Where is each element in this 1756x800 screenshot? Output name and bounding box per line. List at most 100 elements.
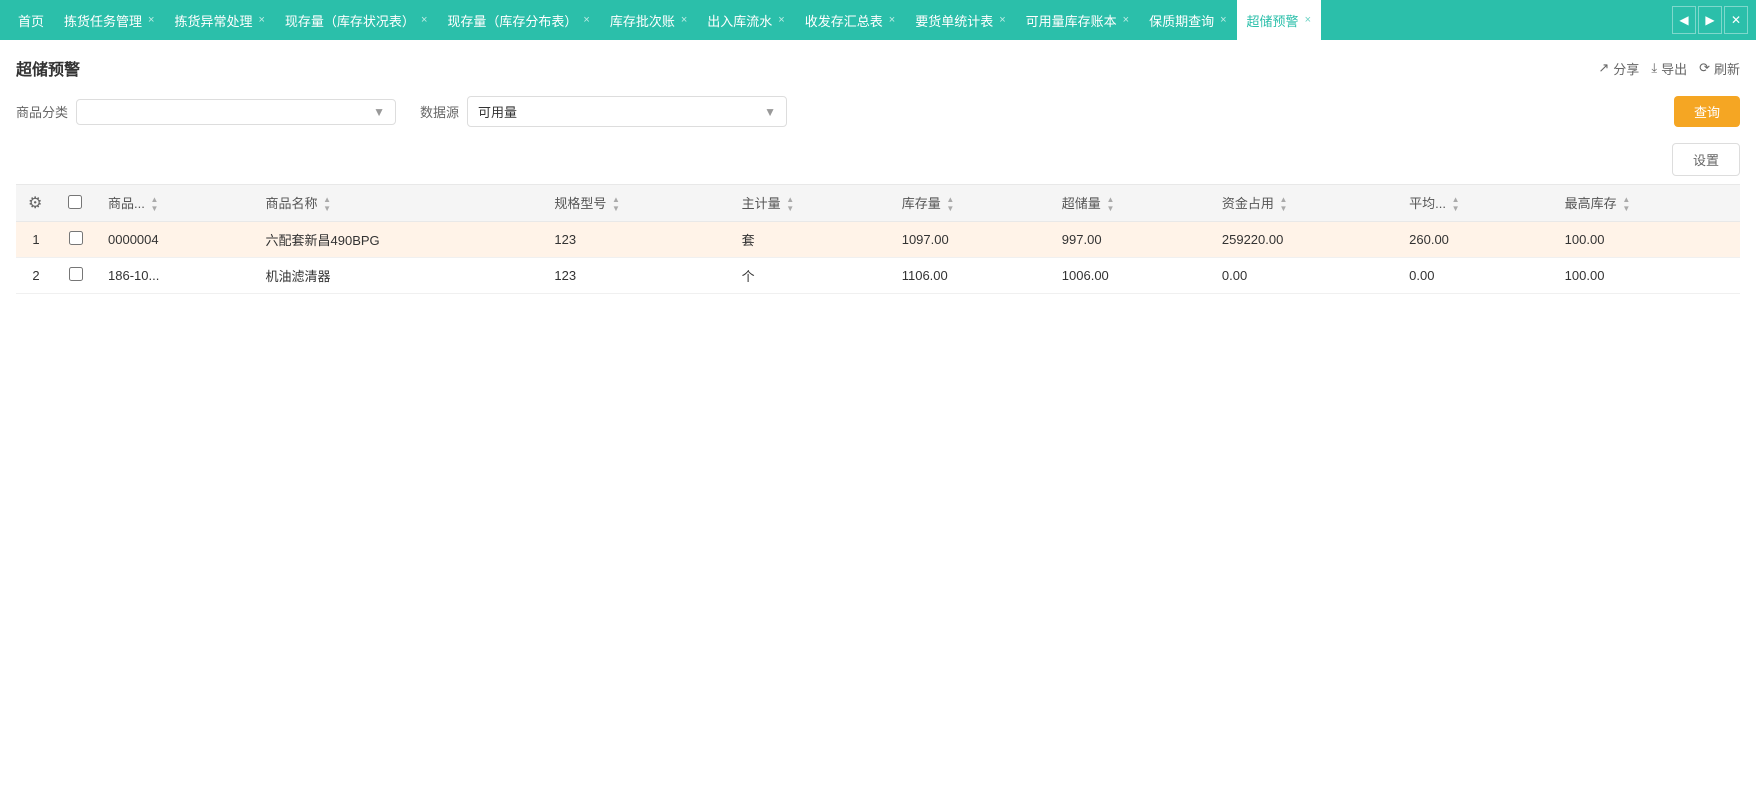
settings-button[interactable]: 设置 [1672, 143, 1740, 176]
page-title: 超储预警 [16, 56, 80, 80]
category-label: 商品分类 [16, 102, 68, 121]
sort-arrows-icon: ▲▼ [323, 196, 331, 213]
th-avg[interactable]: 平均... ▲▼ [1397, 185, 1553, 222]
row-number: 1 [16, 222, 56, 258]
close-icon[interactable]: × [1220, 14, 1226, 26]
close-icon[interactable]: × [999, 14, 1005, 26]
datasource-label: 数据源 [420, 102, 459, 121]
row-checkbox-cell [56, 222, 96, 258]
close-icon[interactable]: × [258, 14, 264, 26]
category-select[interactable]: ▼ [76, 99, 396, 125]
filter-bar: 商品分类 ▼ 数据源 可用量 ▼ 查询 [16, 96, 1740, 127]
th-unit[interactable]: 主计量 ▲▼ [730, 185, 890, 222]
nav-available-stock[interactable]: 可用量库存账本 × [1016, 0, 1139, 40]
datasource-filter: 数据源 可用量 ▼ [420, 96, 787, 127]
data-table: ⚙ 商品... ▲▼ 商品名称 ▲▼ 规格型号 ▲▼ 主计 [16, 184, 1740, 294]
share-button[interactable]: ↗ 分享 [1598, 59, 1639, 78]
sort-arrows-icon: ▲▼ [1106, 196, 1114, 213]
action-buttons: 查询 [1674, 96, 1740, 127]
product-name: 机油滤清器 [254, 258, 543, 294]
share-icon: ↗ [1598, 60, 1609, 76]
capital: 0.00 [1210, 258, 1397, 294]
th-spec[interactable]: 规格型号 ▲▼ [542, 185, 729, 222]
refresh-button[interactable]: ⟳ 刷新 [1699, 59, 1740, 78]
unit: 套 [730, 222, 890, 258]
product-code: 0000004 [96, 222, 254, 258]
datasource-select[interactable]: 可用量 ▼ [467, 96, 787, 127]
query-button[interactable]: 查询 [1674, 96, 1740, 127]
th-product-code[interactable]: 商品... ▲▼ [96, 185, 254, 222]
nav-close-all[interactable]: ✕ [1724, 6, 1748, 34]
page-header: 超储预警 ↗ 分享 ⤓ 导出 ⟳ 刷新 [16, 56, 1740, 80]
row-number: 2 [16, 258, 56, 294]
th-stock[interactable]: 库存量 ▲▼ [890, 185, 1050, 222]
nav-summary[interactable]: 收发存汇总表 × [795, 0, 905, 40]
category-filter: 商品分类 ▼ [16, 99, 396, 125]
sort-arrows-icon: ▲▼ [1622, 196, 1630, 213]
capital: 259220.00 [1210, 222, 1397, 258]
nav-batch[interactable]: 库存批次账 × [600, 0, 697, 40]
th-capital[interactable]: 资金占用 ▲▼ [1210, 185, 1397, 222]
row-checkbox[interactable] [69, 267, 83, 281]
th-product-name[interactable]: 商品名称 ▲▼ [254, 185, 543, 222]
th-gear: ⚙ [16, 185, 56, 222]
close-icon[interactable]: × [421, 14, 427, 26]
product-code: 186-10... [96, 258, 254, 294]
nav-task-manage[interactable]: 拣货任务管理 × [54, 0, 164, 40]
sort-arrows-icon: ▲▼ [946, 196, 954, 213]
header-actions: ↗ 分享 ⤓ 导出 ⟳ 刷新 [1598, 59, 1740, 78]
table-header-row: ⚙ 商品... ▲▼ 商品名称 ▲▼ 规格型号 ▲▼ 主计 [16, 185, 1740, 222]
nav-arrows: ◀ ▶ ✕ [1672, 6, 1748, 34]
nav-prev-arrow[interactable]: ◀ [1672, 6, 1696, 34]
row-checkbox-cell [56, 258, 96, 294]
stock: 1106.00 [890, 258, 1050, 294]
spec: 123 [542, 258, 729, 294]
sort-arrows-icon: ▲▼ [1452, 196, 1460, 213]
close-icon[interactable]: × [681, 14, 687, 26]
export-icon: ⤓ [1651, 60, 1657, 76]
close-icon[interactable]: × [1123, 14, 1129, 26]
close-icon[interactable]: × [889, 14, 895, 26]
datasource-select-value: 可用量 [478, 102, 517, 121]
chevron-down-icon: ▼ [764, 105, 776, 119]
sort-arrows-icon: ▲▼ [786, 196, 794, 213]
nav-inout-flow[interactable]: 出入库流水 × [697, 0, 794, 40]
export-button[interactable]: ⤓ 导出 [1651, 59, 1687, 78]
row-checkbox[interactable] [69, 231, 83, 245]
th-checkbox [56, 185, 96, 222]
sort-arrows-icon: ▲▼ [612, 196, 620, 213]
chevron-down-icon: ▼ [373, 105, 385, 119]
nav-exception[interactable]: 拣货异常处理 × [164, 0, 274, 40]
sort-arrows-icon: ▲▼ [150, 196, 158, 213]
settings-row: 设置 [16, 143, 1740, 176]
nav-stock-status[interactable]: 现存量（库存状况表） × [275, 0, 437, 40]
avg: 260.00 [1397, 222, 1553, 258]
table-row: 1 0000004 六配套新昌490BPG 123 套 1097.00 997.… [16, 222, 1740, 258]
select-all-checkbox[interactable] [68, 195, 82, 209]
nav-demand-stats[interactable]: 要货单统计表 × [905, 0, 1015, 40]
stock: 1097.00 [890, 222, 1050, 258]
sort-arrows-icon: ▲▼ [1280, 196, 1288, 213]
close-icon[interactable]: × [1305, 14, 1311, 26]
nav-stock-dist[interactable]: 现存量（库存分布表） × [437, 0, 599, 40]
avg: 0.00 [1397, 258, 1553, 294]
close-icon[interactable]: × [148, 14, 154, 26]
table-row: 2 186-10... 机油滤清器 123 个 1106.00 1006.00 … [16, 258, 1740, 294]
nav-home[interactable]: 首页 [8, 0, 54, 40]
main-content: 超储预警 ↗ 分享 ⤓ 导出 ⟳ 刷新 商品分类 ▼ 数据源 [0, 40, 1756, 800]
th-overstock[interactable]: 超储量 ▲▼ [1050, 185, 1210, 222]
product-name: 六配套新昌490BPG [254, 222, 543, 258]
nav-overstock-warning[interactable]: 超储预警 × [1237, 0, 1321, 40]
close-icon[interactable]: × [778, 14, 784, 26]
top-navigation: 首页 拣货任务管理 × 拣货异常处理 × 现存量（库存状况表） × 现存量（库存… [0, 0, 1756, 40]
max-stock: 100.00 [1553, 222, 1740, 258]
nav-next-arrow[interactable]: ▶ [1698, 6, 1722, 34]
nav-quality-check[interactable]: 保质期查询 × [1139, 0, 1236, 40]
overstock: 1006.00 [1050, 258, 1210, 294]
th-max-stock[interactable]: 最高库存 ▲▼ [1553, 185, 1740, 222]
gear-icon[interactable]: ⚙ [28, 195, 42, 212]
close-icon[interactable]: × [583, 14, 589, 26]
refresh-icon: ⟳ [1699, 60, 1710, 76]
spec: 123 [542, 222, 729, 258]
overstock: 997.00 [1050, 222, 1210, 258]
